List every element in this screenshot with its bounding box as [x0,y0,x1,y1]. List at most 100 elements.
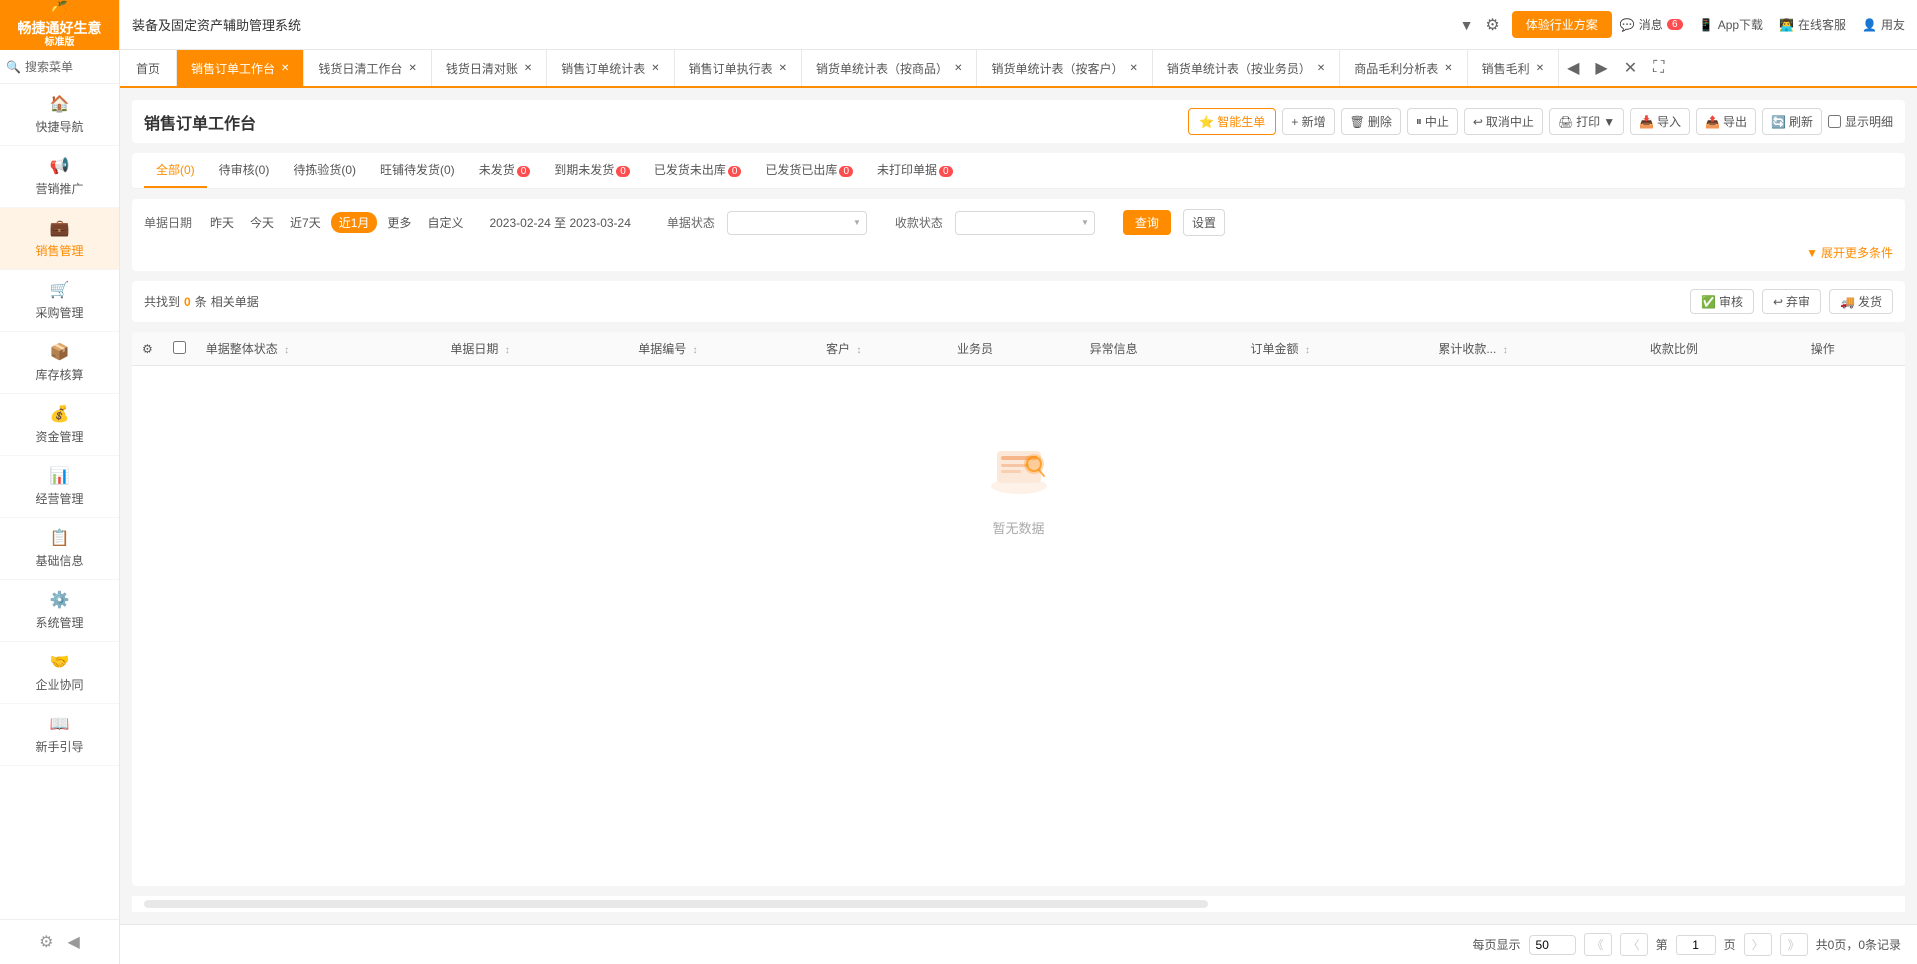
col-settings-icon[interactable]: ⚙ [142,342,153,356]
settings-icon[interactable]: ⚙ [35,928,57,956]
sidebar-item-quick-nav[interactable]: 🏠 快捷导航 [0,84,119,146]
settings-gear-icon[interactable]: ⚙ [1481,11,1503,39]
tab-close-product[interactable]: ✕ [954,63,962,74]
message-button[interactable]: 💬 消息 6 [1620,16,1683,33]
sidebar-item-finance[interactable]: 💰 资金管理 [0,394,119,456]
tab-close-cash-account[interactable]: ✕ [524,63,532,74]
online-service-button[interactable]: 👨‍💻 在线客服 [1779,16,1846,33]
date-option-yesterday[interactable]: 昨天 [204,212,240,233]
review-button[interactable]: ✅ 审核 [1690,289,1754,314]
status-filter-label: 单据状态 [667,214,715,231]
date-option-7days[interactable]: 近7天 [284,212,327,233]
sidebar-item-enterprise[interactable]: 🤝 企业协同 [0,642,119,704]
sort-date-icon[interactable]: ↕ [505,345,510,356]
sidebar-item-inventory[interactable]: 📦 库存核算 [0,332,119,394]
sub-tab-wangpu[interactable]: 旺铺待发货(0) [368,153,467,188]
cancel-stop-button[interactable]: ↩ 取消中止 [1464,108,1543,135]
tab-maximize-icon[interactable]: ⛶ [1645,55,1672,81]
tab-home[interactable]: 首页 [120,50,177,86]
tab-sales-summary-customer[interactable]: 销货单统计表（按客户） ✕ [977,50,1152,86]
tab-close-all-icon[interactable]: ✕ [1616,54,1645,82]
tab-sales-exec[interactable]: 销售订单执行表 ✕ [675,50,802,86]
sidebar-item-base[interactable]: 📋 基础信息 [0,518,119,580]
refresh-button[interactable]: 🔄 刷新 [1762,108,1822,135]
sub-tab-shipped-out[interactable]: 已发货已出库0 [753,153,865,188]
tab-sales-profit[interactable]: 销售毛利 ✕ [1468,50,1559,86]
settings-filter-button[interactable]: 设置 [1183,209,1225,236]
system-icon: ⚙️ [50,590,70,610]
show-detail-label[interactable]: 显示明细 [1828,113,1893,130]
sort-number-icon[interactable]: ↕ [693,345,698,356]
tab-sales-order[interactable]: 销售订单工作台 ✕ [177,50,304,86]
date-option-custom[interactable]: 自定义 [421,212,469,233]
page-size-select[interactable]: 50 10 20 100 [1529,935,1576,955]
sub-tab-not-printed[interactable]: 未打印单据0 [865,153,965,188]
stop-button[interactable]: ⏸ 中止 [1407,108,1458,135]
collapse-icon[interactable]: ◀ [64,928,84,956]
tab-close-cash-daily[interactable]: ✕ [408,63,416,74]
sub-tab-overdue[interactable]: 到期未发货0 [542,153,642,188]
sort-status-icon[interactable]: ↕ [284,345,289,356]
delete-button[interactable]: 🗑 删除 [1341,108,1401,135]
sidebar-item-purchase[interactable]: 🛒 采购管理 [0,270,119,332]
date-option-1month[interactable]: 近1月 [331,212,378,233]
tab-cash-daily[interactable]: 钱货日清工作台 ✕ [304,50,431,86]
date-option-more[interactable]: 更多 [381,212,417,233]
sort-collected-icon[interactable]: ↕ [1503,345,1508,356]
sub-tab-pending-check[interactable]: 待拣验货(0) [281,153,368,188]
tab-sales-summary-staff[interactable]: 销货单统计表（按业务员） ✕ [1153,50,1340,86]
add-button[interactable]: + 新增 [1282,108,1334,135]
tab-sales-stats[interactable]: 销售订单统计表 ✕ [547,50,674,86]
sort-amount-icon[interactable]: ↕ [1305,345,1310,356]
user-menu-button[interactable]: 👤 用友 [1862,16,1905,33]
tab-sales-summary-product[interactable]: 销货单统计表（按商品） ✕ [802,50,977,86]
tab-close-sales-stats[interactable]: ✕ [651,63,659,74]
sidebar-item-system[interactable]: ⚙️ 系统管理 [0,580,119,642]
sidebar-item-sales[interactable]: 💼 销售管理 [0,208,119,270]
sidebar-item-operation[interactable]: 📊 经营管理 [0,456,119,518]
status-select[interactable] [727,211,867,235]
anti-review-button[interactable]: ↩ 弃审 [1762,289,1821,314]
sub-tab-all[interactable]: 全部(0) [144,153,207,188]
sub-tab-not-shipped[interactable]: 未发货0 [467,153,543,188]
select-all-checkbox[interactable] [173,341,186,354]
tab-cash-account[interactable]: 钱货日清对账 ✕ [432,50,547,86]
empty-illustration [979,426,1059,506]
sub-tab-pending-review[interactable]: 待审核(0) [207,153,282,188]
payment-select[interactable] [955,211,1095,235]
horizontal-scrollbar[interactable] [144,900,1208,908]
print-button[interactable]: 🖨 打印 ▼ [1549,108,1624,135]
tab-close-margin[interactable]: ✕ [1444,63,1452,74]
tab-close-customer[interactable]: ✕ [1129,63,1137,74]
sidebar-item-marketing[interactable]: 📢 营销推广 [0,146,119,208]
query-button[interactable]: 查询 [1123,210,1171,235]
dropdown-arrow-icon[interactable]: ▼ [1460,17,1474,33]
ship-button[interactable]: 🚚 发货 [1829,289,1893,314]
expand-filters-button[interactable]: ▼ 展开更多条件 [1806,244,1893,261]
first-page-button[interactable]: 《 [1584,933,1612,956]
sidebar-item-guide[interactable]: 📖 新手引导 [0,704,119,766]
sub-tab-shipped-not-out[interactable]: 已发货未出库0 [642,153,754,188]
tab-margin-analysis[interactable]: 商品毛利分析表 ✕ [1340,50,1467,86]
app-download-button[interactable]: 📱 App下载 [1699,16,1763,33]
sidebar-search[interactable]: 🔍 搜索菜单 [0,50,119,84]
tab-close-sales-order[interactable]: ✕ [281,63,289,74]
next-page-button[interactable]: 〉 [1744,933,1772,956]
prev-page-button[interactable]: 〈 [1620,933,1648,956]
show-detail-checkbox[interactable] [1828,115,1841,128]
date-option-today[interactable]: 今天 [244,212,280,233]
sidebar-item-label: 企业协同 [35,676,83,693]
sort-customer-icon[interactable]: ↕ [856,345,861,356]
tab-close-sales-exec[interactable]: ✕ [779,63,787,74]
page-label: 第 [1656,936,1668,953]
page-number-input[interactable] [1676,935,1716,955]
import-button[interactable]: 📥 导入 [1630,108,1690,135]
last-page-button[interactable]: 》 [1780,933,1808,956]
tab-nav-next-icon[interactable]: ▶ [1587,54,1615,82]
smart-create-button[interactable]: ⭐ 智能生单 [1188,108,1276,135]
tab-close-profit[interactable]: ✕ [1536,63,1544,74]
industry-solution-button[interactable]: 体验行业方案 [1512,11,1612,38]
tab-close-staff[interactable]: ✕ [1317,63,1325,74]
tab-nav-prev-icon[interactable]: ◀ [1559,54,1587,82]
export-button[interactable]: 📤 导出 [1696,108,1756,135]
